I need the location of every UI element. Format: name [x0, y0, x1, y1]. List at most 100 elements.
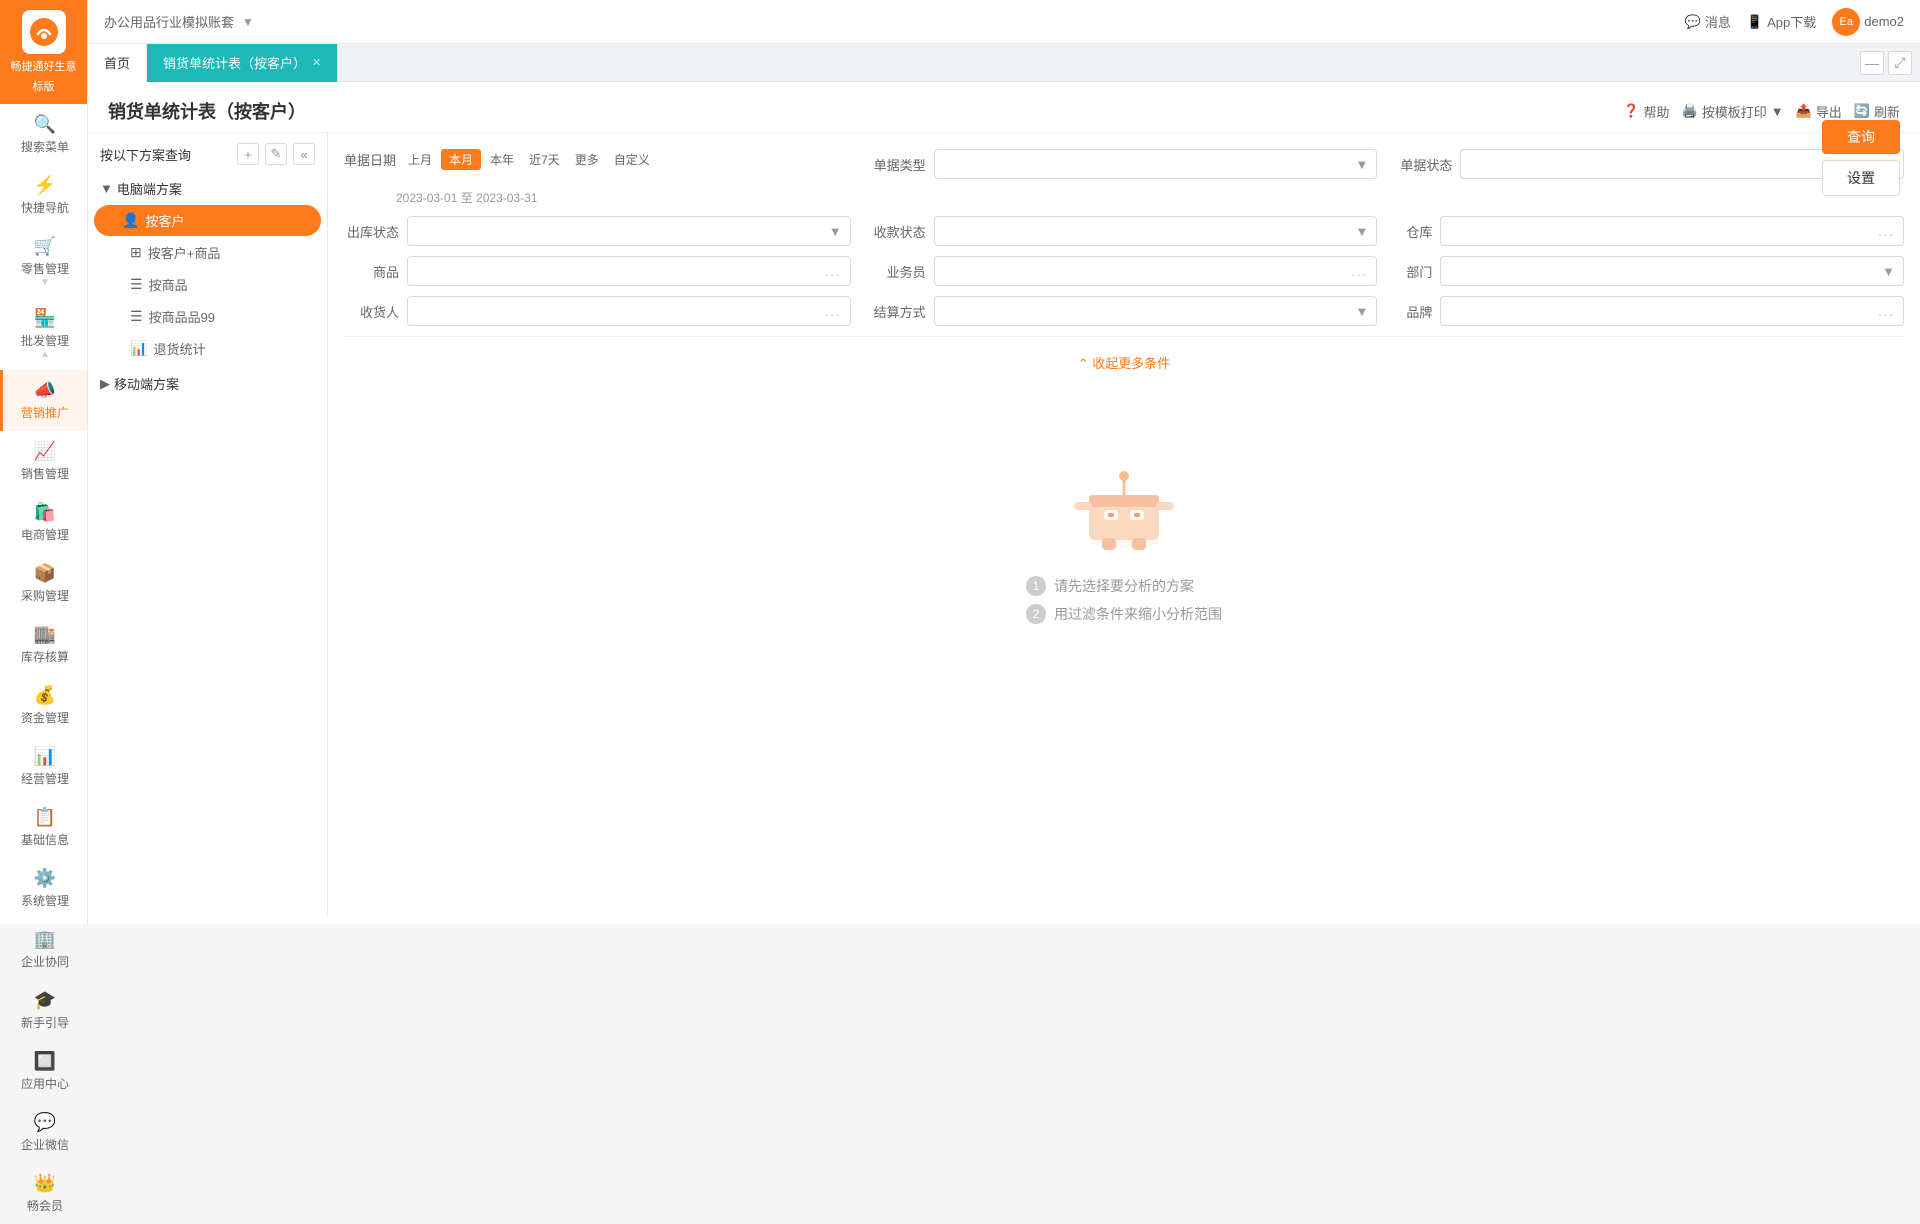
- department-arrow-icon: ▼: [1882, 264, 1895, 279]
- retail-arrow-icon: ▼: [40, 277, 50, 288]
- wechat-icon: 💬: [34, 1112, 56, 1133]
- sidebar-item-quicknav[interactable]: ⚡ 快捷导航: [0, 165, 87, 226]
- export-label: 导出: [1816, 102, 1842, 121]
- sidebar-item-retail[interactable]: 🛒 零售管理 ▼: [0, 226, 87, 298]
- warehouse-select[interactable]: ...: [1440, 216, 1904, 246]
- sidebar-item-ecommerce[interactable]: 🛍️ 电商管理: [0, 492, 87, 553]
- tab-sales-stat[interactable]: 销货单统计表（按客户） ✕: [147, 44, 338, 82]
- page-header: 销货单统计表（按客户） ❓ 帮助 🖨️ 按模板打印 ▼ 📤 导出 🔄 刷新: [88, 82, 1920, 133]
- wholesale-icon: 🏪: [34, 308, 56, 329]
- sidebar-item-marketing[interactable]: 📣 营销推广: [0, 370, 87, 431]
- app-download-btn[interactable]: 📱 App下载: [1747, 12, 1816, 31]
- tab-close-icon[interactable]: ✕: [312, 56, 321, 69]
- collapse-panel-btn[interactable]: «: [293, 143, 315, 165]
- collapse-conditions-btn[interactable]: ⌃ 收起更多条件: [344, 345, 1904, 380]
- tab-home[interactable]: 首页: [88, 44, 147, 82]
- sidebar-item-wholesale[interactable]: 🏪 批发管理 ▲: [0, 298, 87, 370]
- sidebar-item-search[interactable]: 🔍 搜索菜单: [0, 104, 87, 165]
- department-select[interactable]: ▼: [1440, 256, 1904, 286]
- sidebar-item-business-label: 经营管理: [21, 770, 69, 787]
- username: demo2: [1864, 14, 1904, 29]
- business-icon: 📊: [34, 746, 56, 767]
- mobile-group-label: 移动端方案: [114, 374, 179, 393]
- sidebar-item-ecommerce-label: 电商管理: [21, 526, 69, 543]
- tabs-controls: — ⤢: [1860, 51, 1920, 75]
- by-product-99-icon: ☰: [130, 308, 143, 325]
- add-scheme-btn[interactable]: +: [237, 143, 259, 165]
- user-area[interactable]: Ea demo2: [1832, 8, 1904, 36]
- product-select[interactable]: ...: [407, 256, 851, 286]
- product-filter: 商品 ...: [344, 256, 851, 286]
- sidebar-item-vip[interactable]: 👑 畅会员: [0, 1163, 87, 1224]
- help-btn[interactable]: ❓ 帮助: [1623, 102, 1669, 121]
- department-label: 部门: [1397, 262, 1432, 281]
- scheme-by-customer-label: 按客户: [145, 211, 184, 230]
- sidebar-item-guide[interactable]: 🎓 新手引导: [0, 980, 87, 1041]
- recipient-dots: ...: [825, 304, 842, 319]
- mobile-group-header[interactable]: ▶ 移动端方案: [88, 368, 327, 399]
- logo-text: 畅捷通好生意: [11, 58, 77, 74]
- tab-maximize-btn[interactable]: ⤢: [1888, 51, 1912, 75]
- export-btn[interactable]: 📤 导出: [1796, 102, 1842, 121]
- sidebar-item-system[interactable]: ⚙️ 系统管理: [0, 858, 87, 919]
- date-tab-this-year[interactable]: 本年: [484, 149, 520, 170]
- scheme-item-customer-product[interactable]: ⊞ 按客户+商品: [94, 237, 321, 268]
- empty-state: 1 请先选择要分析的方案 2 用过滤条件来缩小分析范围: [344, 380, 1904, 692]
- salesperson-select[interactable]: ...: [934, 256, 1378, 286]
- message-btn[interactable]: 💬 消息: [1685, 12, 1731, 31]
- settlement-select[interactable]: ▼: [934, 296, 1378, 326]
- sales-icon: 📈: [34, 441, 56, 462]
- tip-text-2: 用过滤条件来缩小分析范围: [1054, 604, 1222, 624]
- date-tab-7days[interactable]: 近7天: [523, 149, 566, 170]
- payment-status-select[interactable]: ▼: [934, 216, 1378, 246]
- refresh-btn[interactable]: 🔄 刷新: [1854, 102, 1900, 121]
- sidebar-item-appstore[interactable]: 🔲 应用中心: [0, 1041, 87, 1102]
- scheme-item-by-product-99[interactable]: ☰ 按商品品99: [94, 301, 321, 332]
- desktop-group-header[interactable]: ▼ 电脑端方案: [88, 173, 327, 204]
- sidebar-item-finance[interactable]: 💰 资金管理: [0, 675, 87, 736]
- sidebar-item-enterprise[interactable]: 🏢 企业协同: [0, 919, 87, 980]
- ship-status-select[interactable]: ▼: [407, 216, 851, 246]
- sidebar-item-purchase-label: 采购管理: [21, 587, 69, 604]
- sidebar-item-business[interactable]: 📊 经营管理: [0, 736, 87, 797]
- sidebar-item-wechat[interactable]: 💬 企业微信: [0, 1102, 87, 1163]
- retail-icon: 🛒: [34, 236, 56, 257]
- order-type-arrow-icon: ▼: [1355, 157, 1368, 172]
- ship-status-filter: 出库状态 ▼: [344, 216, 851, 246]
- order-type-select[interactable]: ▼: [934, 149, 1378, 179]
- template-print-btn[interactable]: 🖨️ 按模板打印 ▼: [1682, 102, 1784, 121]
- sidebar-item-appstore-label: 应用中心: [21, 1075, 69, 1092]
- date-tab-custom[interactable]: 自定义: [608, 149, 656, 170]
- help-label: 帮助: [1644, 102, 1670, 121]
- edit-scheme-btn[interactable]: ✎: [265, 143, 287, 165]
- date-tab-this-month[interactable]: 本月: [441, 149, 481, 170]
- recipient-select[interactable]: ...: [407, 296, 851, 326]
- settings-btn[interactable]: 设置: [1822, 160, 1900, 196]
- scheme-by-product-99-label: 按商品品99: [149, 307, 215, 326]
- scheme-item-by-product[interactable]: ☰ 按商品: [94, 269, 321, 300]
- logo-area[interactable]: 畅捷通好生意 标版: [0, 0, 87, 104]
- tip-num-2: 2: [1026, 604, 1046, 624]
- payment-status-arrow-icon: ▼: [1355, 224, 1368, 239]
- scheme-customer-product-label: 按客户+商品: [148, 243, 221, 262]
- tab-minimize-btn[interactable]: —: [1860, 51, 1884, 75]
- query-btn[interactable]: 查询: [1822, 133, 1900, 154]
- brand-label: 品牌: [1397, 302, 1432, 321]
- sidebar-item-basic[interactable]: 📋 基础信息: [0, 797, 87, 858]
- sidebar-item-inventory-label: 库存核算: [21, 648, 69, 665]
- sidebar-item-sales[interactable]: 📈 销售管理: [0, 431, 87, 492]
- sidebar-item-inventory[interactable]: 🏬 库存核算: [0, 614, 87, 675]
- scheme-item-return-stats[interactable]: 📊 退货统计: [94, 333, 321, 364]
- quicknav-icon: ⚡: [34, 175, 56, 196]
- panel-icons: + ✎ «: [237, 143, 315, 165]
- finance-icon: 💰: [34, 685, 56, 706]
- collapse-divider: ⌃ 收起更多条件: [344, 336, 1904, 380]
- scheme-item-by-customer[interactable]: 👤 按客户: [94, 205, 321, 236]
- settlement-filter: 结算方式 ▼: [871, 296, 1378, 326]
- date-tab-more[interactable]: 更多: [569, 149, 605, 170]
- date-tab-last-month[interactable]: 上月: [402, 149, 438, 170]
- salesperson-dots: ...: [1351, 264, 1368, 279]
- ship-status-label: 出库状态: [344, 222, 399, 241]
- brand-select[interactable]: ...: [1440, 296, 1904, 326]
- sidebar-item-purchase[interactable]: 📦 采购管理: [0, 553, 87, 614]
